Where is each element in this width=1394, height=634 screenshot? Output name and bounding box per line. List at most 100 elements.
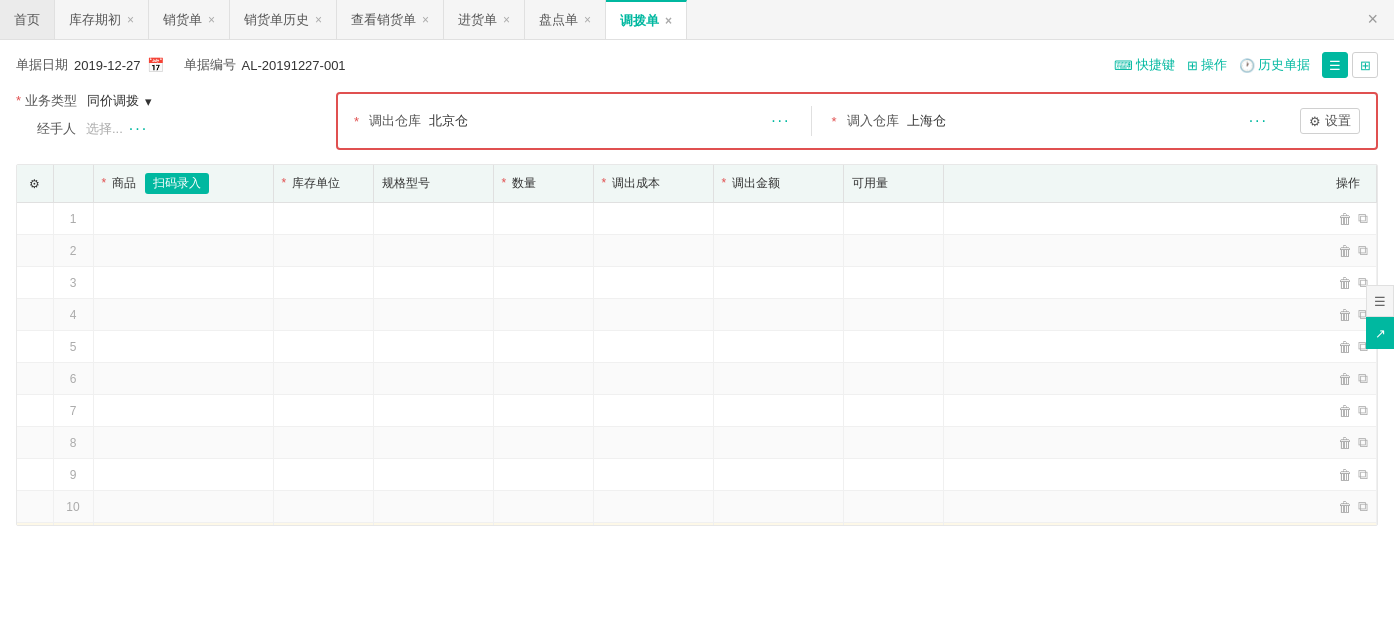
- person-selector[interactable]: 选择...: [86, 120, 123, 138]
- close-tab-sales-history[interactable]: ×: [315, 14, 322, 26]
- tab-sales-order[interactable]: 销货单 ×: [149, 0, 230, 39]
- row-spec-cell[interactable]: [373, 267, 493, 299]
- tab-sales-history[interactable]: 销货单历史 ×: [230, 0, 337, 39]
- row-unit-cell[interactable]: [273, 267, 373, 299]
- tab-inventory-init[interactable]: 库存期初 ×: [55, 0, 149, 39]
- copy-icon[interactable]: ⧉: [1358, 466, 1368, 483]
- calendar-icon[interactable]: 📅: [147, 57, 164, 73]
- delete-icon[interactable]: 🗑: [1338, 403, 1352, 419]
- row-spec-cell[interactable]: [373, 427, 493, 459]
- delete-icon[interactable]: 🗑: [1338, 499, 1352, 515]
- copy-icon[interactable]: ⧉: [1358, 242, 1368, 259]
- row-cost-cell[interactable]: [593, 235, 713, 267]
- row-spec-cell[interactable]: [373, 363, 493, 395]
- setting-btn[interactable]: ⚙ 设置: [1300, 108, 1360, 134]
- row-product-cell[interactable]: [93, 235, 273, 267]
- row-cost-cell[interactable]: [593, 363, 713, 395]
- row-amount-cell[interactable]: [713, 395, 843, 427]
- row-product-cell[interactable]: [93, 459, 273, 491]
- copy-icon[interactable]: ⧉: [1358, 370, 1368, 387]
- row-product-cell[interactable]: [93, 331, 273, 363]
- side-list-btn[interactable]: ☰: [1366, 285, 1394, 317]
- row-unit-cell[interactable]: [273, 427, 373, 459]
- row-spec-cell[interactable]: [373, 491, 493, 523]
- tab-purchase-order[interactable]: 进货单 ×: [444, 0, 525, 39]
- business-type-dropdown[interactable]: 同价调拨 ▾: [87, 92, 152, 110]
- close-tab-view-sales[interactable]: ×: [422, 14, 429, 26]
- delete-icon[interactable]: 🗑: [1338, 371, 1352, 387]
- row-qty-cell[interactable]: [493, 203, 593, 235]
- row-unit-cell[interactable]: [273, 459, 373, 491]
- shortcuts-btn[interactable]: ⌨ 快捷键: [1114, 56, 1175, 74]
- row-cost-cell[interactable]: [593, 427, 713, 459]
- row-amount-cell[interactable]: [713, 363, 843, 395]
- table-scroll[interactable]: ⚙ * 商品 扫码录入 * 库存单位 规格型号: [17, 165, 1377, 525]
- delete-icon[interactable]: 🗑: [1338, 275, 1352, 291]
- row-product-cell[interactable]: [93, 299, 273, 331]
- row-qty-cell[interactable]: [493, 267, 593, 299]
- row-qty-cell[interactable]: [493, 235, 593, 267]
- delete-icon[interactable]: 🗑: [1338, 435, 1352, 451]
- copy-icon[interactable]: ⧉: [1358, 434, 1368, 451]
- row-unit-cell[interactable]: [273, 331, 373, 363]
- row-product-cell[interactable]: [93, 203, 273, 235]
- row-product-cell[interactable]: [93, 427, 273, 459]
- row-qty-cell[interactable]: [493, 299, 593, 331]
- copy-icon[interactable]: ⧉: [1358, 402, 1368, 419]
- grid-view-btn[interactable]: ⊞: [1352, 52, 1378, 78]
- row-qty-cell[interactable]: [493, 331, 593, 363]
- close-tab-sales-order[interactable]: ×: [208, 14, 215, 26]
- row-unit-cell[interactable]: [273, 203, 373, 235]
- row-spec-cell[interactable]: [373, 395, 493, 427]
- row-spec-cell[interactable]: [373, 299, 493, 331]
- person-more-btn[interactable]: ···: [129, 120, 148, 138]
- row-cost-cell[interactable]: [593, 459, 713, 491]
- operations-btn[interactable]: ⊞ 操作: [1187, 56, 1227, 74]
- row-unit-cell[interactable]: [273, 235, 373, 267]
- transfer-in-more-btn[interactable]: ···: [1249, 112, 1268, 130]
- close-tab-transfer-order[interactable]: ×: [665, 15, 672, 27]
- delete-icon[interactable]: 🗑: [1338, 339, 1352, 355]
- row-qty-cell[interactable]: [493, 395, 593, 427]
- copy-icon[interactable]: ⧉: [1358, 498, 1368, 515]
- row-cost-cell[interactable]: [593, 299, 713, 331]
- row-amount-cell[interactable]: [713, 235, 843, 267]
- side-expand-btn[interactable]: ↗: [1366, 317, 1394, 349]
- row-cost-cell[interactable]: [593, 267, 713, 299]
- row-unit-cell[interactable]: [273, 363, 373, 395]
- close-tab-inventory-init[interactable]: ×: [127, 14, 134, 26]
- row-qty-cell[interactable]: [493, 363, 593, 395]
- close-tab-inventory-count[interactable]: ×: [584, 14, 591, 26]
- col-gear-header[interactable]: ⚙: [17, 165, 53, 203]
- row-amount-cell[interactable]: [713, 491, 843, 523]
- row-spec-cell[interactable]: [373, 459, 493, 491]
- delete-icon[interactable]: 🗑: [1338, 467, 1352, 483]
- row-cost-cell[interactable]: [593, 331, 713, 363]
- row-amount-cell[interactable]: [713, 331, 843, 363]
- row-unit-cell[interactable]: [273, 491, 373, 523]
- row-unit-cell[interactable]: [273, 299, 373, 331]
- row-product-cell[interactable]: [93, 267, 273, 299]
- row-product-cell[interactable]: [93, 491, 273, 523]
- delete-icon[interactable]: 🗑: [1338, 307, 1352, 323]
- row-product-cell[interactable]: [93, 395, 273, 427]
- row-qty-cell[interactable]: [493, 491, 593, 523]
- row-cost-cell[interactable]: [593, 491, 713, 523]
- row-product-cell[interactable]: [93, 363, 273, 395]
- close-all-tabs[interactable]: ×: [1351, 0, 1394, 39]
- row-amount-cell[interactable]: [713, 203, 843, 235]
- tab-transfer-order[interactable]: 调拨单 ×: [606, 0, 687, 39]
- row-qty-cell[interactable]: [493, 427, 593, 459]
- row-cost-cell[interactable]: [593, 395, 713, 427]
- list-view-btn[interactable]: ☰: [1322, 52, 1348, 78]
- tab-inventory-count[interactable]: 盘点单 ×: [525, 0, 606, 39]
- row-amount-cell[interactable]: [713, 459, 843, 491]
- row-spec-cell[interactable]: [373, 203, 493, 235]
- row-amount-cell[interactable]: [713, 267, 843, 299]
- delete-icon[interactable]: 🗑: [1338, 243, 1352, 259]
- tab-home[interactable]: 首页: [0, 0, 55, 39]
- row-spec-cell[interactable]: [373, 235, 493, 267]
- delete-icon[interactable]: 🗑: [1338, 211, 1352, 227]
- scan-btn[interactable]: 扫码录入: [145, 173, 209, 194]
- row-cost-cell[interactable]: [593, 203, 713, 235]
